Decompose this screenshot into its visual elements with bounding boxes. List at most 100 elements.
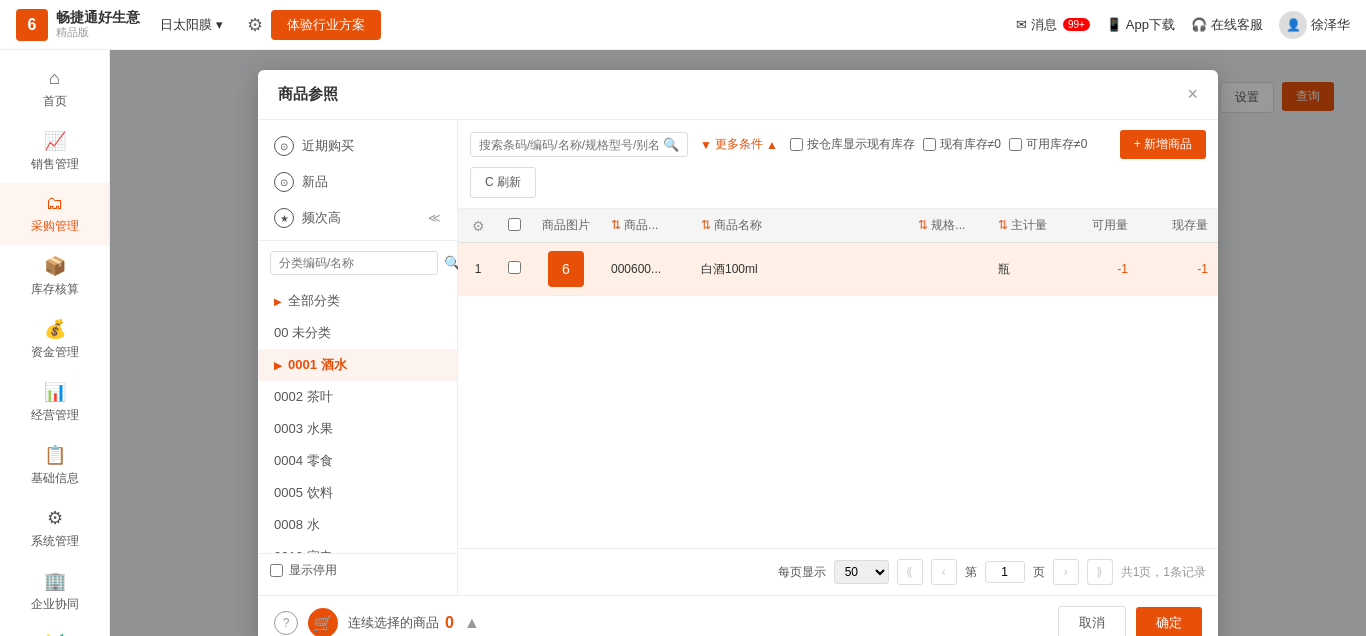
nav-recent-purchase[interactable]: ⊙ 近期购买: [258, 128, 457, 164]
last-page-button[interactable]: ⟫: [1087, 559, 1113, 585]
recent-purchase-label: 近期购买: [302, 137, 354, 155]
col-img-label: 商品图片: [542, 218, 590, 232]
cart-text-area: 连续选择的商品 0: [348, 614, 454, 632]
cart-text-label: 连续选择的商品: [348, 614, 439, 632]
app-download-btn[interactable]: 📱 App下载: [1106, 16, 1175, 34]
cancel-button[interactable]: 取消: [1058, 606, 1126, 636]
logo-icon: 6: [16, 9, 48, 41]
mobile-icon: 📱: [1106, 17, 1122, 32]
per-page-select[interactable]: 50 100 200: [834, 560, 889, 584]
sidebar-item-home[interactable]: ⌂ 首页: [0, 58, 109, 120]
sidebar-label-system: 系统管理: [31, 533, 79, 550]
filter-warehouse-check[interactable]: 按仓库显示现有库存: [790, 136, 915, 153]
page-suffix: 页: [1033, 564, 1045, 581]
category-search-input[interactable]: [270, 251, 438, 275]
category-item-0004[interactable]: 0004 零食: [258, 445, 457, 477]
category-label-0003: 0003 水果: [274, 421, 333, 436]
headset-icon: 🎧: [1191, 17, 1207, 32]
show-disabled-checkbox[interactable]: [270, 564, 283, 577]
help-button[interactable]: ?: [274, 611, 298, 635]
category-item-0005[interactable]: 0005 饮料: [258, 477, 457, 509]
sidebar-label-sales: 销售管理: [31, 156, 79, 173]
sidebar-item-system[interactable]: ⚙ 系统管理: [0, 497, 109, 560]
store-selector[interactable]: 日太阳膜 ▾: [160, 16, 227, 34]
category-item-0008[interactable]: 0008 水: [258, 509, 457, 541]
sidebar-item-sales[interactable]: 📈 销售管理: [0, 120, 109, 183]
sidebar-item-basic-info[interactable]: 📋 基础信息: [0, 434, 109, 497]
username: 徐泽华: [1311, 16, 1350, 34]
logo-text: 畅捷通好生意: [56, 9, 140, 26]
col-unit-header[interactable]: ⇅ 主计量: [988, 209, 1058, 243]
recent-purchase-icon: ⊙: [274, 136, 294, 156]
category-label-all: 全部分类: [288, 292, 340, 310]
row-checkbox-cell[interactable]: [498, 243, 531, 296]
first-page-button[interactable]: ⟪: [897, 559, 923, 585]
collapse-left-icon[interactable]: ≪: [428, 211, 441, 225]
col-code-header[interactable]: ⇅ 商品...: [601, 209, 691, 243]
row-no: 1: [458, 243, 498, 296]
main-layout: ⌂ 首页 📈 销售管理 🗂 采购管理 📦 库存核算 💰 资金管理 📊 经营管理 …: [0, 50, 1366, 636]
online-service-btn[interactable]: 🎧 在线客服: [1191, 16, 1263, 34]
topnav: 6 畅捷通好生意 精品版 日太阳膜 ▾ ⚙ 体验行业方案 ✉ 消息 99+ 📱 …: [0, 0, 1366, 50]
toolbar: 🔍 ▼ 更多条件 ▲ 按仓库显示现有库存: [458, 120, 1218, 209]
right-panel: 🔍 ▼ 更多条件 ▲ 按仓库显示现有库存: [458, 120, 1218, 595]
select-all-checkbox[interactable]: [508, 218, 521, 231]
refresh-button[interactable]: C 刷新: [470, 167, 536, 198]
modal-close-button[interactable]: ×: [1187, 84, 1198, 105]
row-checkbox[interactable]: [508, 261, 521, 274]
sidebar-item-business[interactable]: 📊 经营管理: [0, 371, 109, 434]
left-panel: ⊙ 近期购买 ⊙ 新品 ★ 频次高 ≪: [258, 120, 458, 595]
sidebar-item-guide[interactable]: 🔰 新手引导: [0, 623, 109, 636]
sidebar-item-inventory[interactable]: 📦 库存核算: [0, 245, 109, 308]
table-row[interactable]: 1 6 000600... 白酒100ml: [458, 243, 1218, 296]
add-product-button[interactable]: + 新增商品: [1120, 130, 1206, 159]
filter-usable-label: 可用库存≠0: [1026, 136, 1087, 153]
modal-overlay: 商品参照 × ⊙ 近期购买 ⊙ 新品: [110, 50, 1366, 636]
row-code: 000600...: [601, 243, 691, 296]
home-icon: ⌂: [49, 68, 60, 89]
product-table-area: ⚙ 商品图片 ⇅: [458, 209, 1218, 548]
per-page-label: 每页显示: [778, 564, 826, 581]
filter-warehouse-checkbox[interactable]: [790, 138, 803, 151]
category-item-0003[interactable]: 0003 水果: [258, 413, 457, 445]
category-item-0010[interactable]: 0010 家电: [258, 541, 457, 553]
confirm-button[interactable]: 确定: [1136, 607, 1202, 636]
settings-button[interactable]: ⚙: [239, 9, 271, 41]
category-item-all[interactable]: ▶ 全部分类: [258, 285, 457, 317]
nav-frequent[interactable]: ★ 频次高 ≪: [258, 200, 457, 236]
sidebar-item-enterprise[interactable]: 🏢 企业协同: [0, 560, 109, 623]
messages-label: 消息: [1031, 16, 1057, 34]
nav-new-products[interactable]: ⊙ 新品: [258, 164, 457, 200]
next-page-button[interactable]: ›: [1053, 559, 1079, 585]
col-spec-header[interactable]: ⇅ 规格...: [908, 209, 988, 243]
category-item-00[interactable]: 00 未分类: [258, 317, 457, 349]
cart-button[interactable]: 🛒: [308, 608, 338, 636]
col-name-header[interactable]: ⇅ 商品名称: [691, 209, 908, 243]
filter-available-check[interactable]: 现有库存≠0: [923, 136, 1001, 153]
trial-button[interactable]: 体验行业方案: [271, 10, 381, 40]
store-name: 日太阳膜: [160, 16, 212, 34]
row-name: 白酒100ml: [691, 243, 908, 296]
page-input[interactable]: [985, 561, 1025, 583]
filter-available-checkbox[interactable]: [923, 138, 936, 151]
footer-collapse-button[interactable]: ▲: [464, 614, 480, 632]
col-settings[interactable]: ⚙: [458, 209, 498, 243]
sidebar-item-purchase[interactable]: 🗂 采购管理: [0, 183, 109, 245]
sidebar-item-finance[interactable]: 💰 资金管理: [0, 308, 109, 371]
user-area[interactable]: 👤 徐泽华: [1279, 11, 1350, 39]
product-search-input[interactable]: [479, 138, 659, 152]
filter-usable-checkbox[interactable]: [1009, 138, 1022, 151]
prev-page-button[interactable]: ‹: [931, 559, 957, 585]
product-image: 6: [548, 251, 584, 287]
messages-btn[interactable]: ✉ 消息 99+: [1016, 16, 1090, 34]
row-stock: -1: [1138, 243, 1218, 296]
basic-info-icon: 📋: [44, 444, 66, 466]
row-img-cell: 6: [531, 243, 601, 296]
category-label-0001: 0001 酒水: [288, 356, 347, 374]
inventory-icon: 📦: [44, 255, 66, 277]
category-item-0001[interactable]: ▶ 0001 酒水: [258, 349, 457, 381]
filter-more-button[interactable]: ▼ 更多条件 ▲: [696, 132, 782, 157]
filter-usable-check[interactable]: 可用库存≠0: [1009, 136, 1087, 153]
category-item-0002[interactable]: 0002 茶叶: [258, 381, 457, 413]
avatar: 👤: [1279, 11, 1307, 39]
